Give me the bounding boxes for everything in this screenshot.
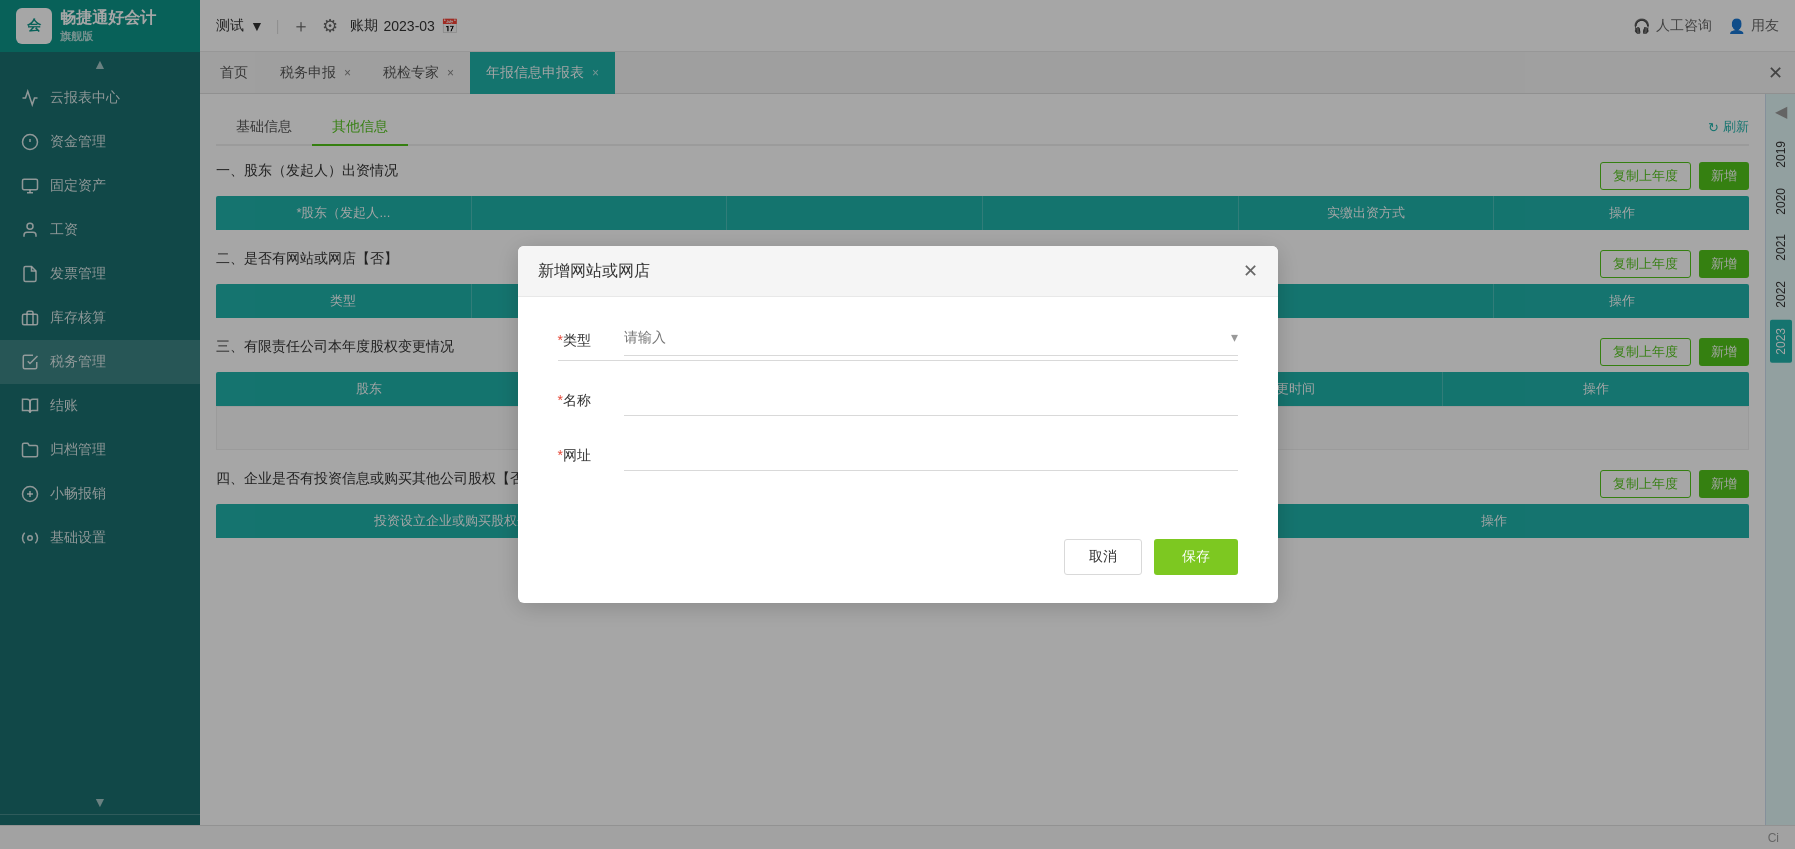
save-button[interactable]: 保存 [1154, 539, 1238, 575]
form-row-type: *类型 ▾ [558, 325, 1238, 361]
modal-body: *类型 ▾ *名称 * [518, 297, 1278, 523]
type-input[interactable] [624, 325, 1231, 349]
form-row-name: *名称 [558, 385, 1238, 416]
modal-title: 新增网站或网店 [538, 261, 650, 282]
url-input[interactable] [624, 440, 1238, 464]
url-input-wrap [624, 440, 1238, 471]
url-label: *网址 [558, 447, 608, 465]
type-input-wrap: ▾ [624, 325, 1238, 356]
modal-add-website: 新增网站或网店 ✕ *类型 ▾ *名称 [518, 246, 1278, 603]
modal-overlay: 新增网站或网店 ✕ *类型 ▾ *名称 [0, 0, 1795, 849]
name-input[interactable] [624, 385, 1238, 409]
type-dropdown-icon[interactable]: ▾ [1231, 329, 1238, 345]
cancel-button[interactable]: 取消 [1064, 539, 1142, 575]
type-label: *类型 [558, 332, 608, 350]
name-label: *名称 [558, 392, 608, 410]
modal-footer: 取消 保存 [518, 523, 1278, 603]
name-input-wrap [624, 385, 1238, 416]
modal-header: 新增网站或网店 ✕ [518, 246, 1278, 297]
form-row-url: *网址 [558, 440, 1238, 471]
modal-close-icon[interactable]: ✕ [1243, 260, 1258, 282]
